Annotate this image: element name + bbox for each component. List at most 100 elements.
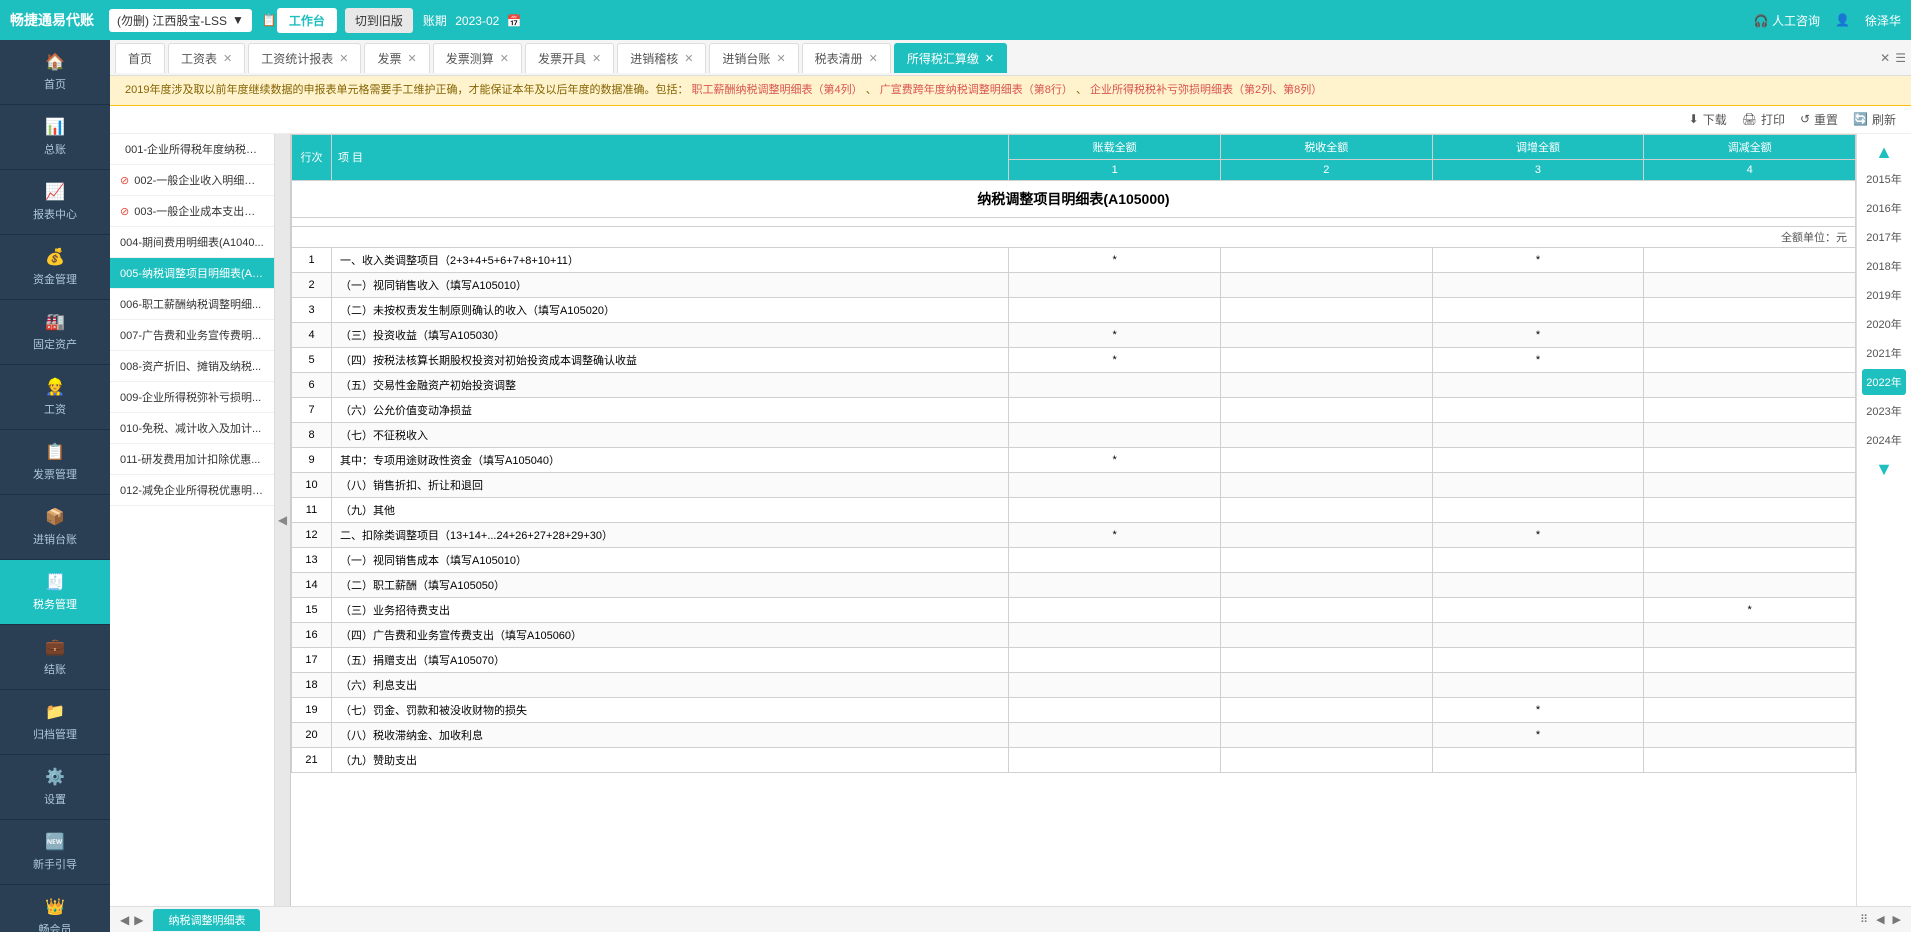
sidebar-item-guide[interactable]: 🆕 新手引导 <box>0 820 110 885</box>
cell-v4[interactable]: * <box>1644 597 1856 622</box>
sidebar-item-member[interactable]: 👑 畅会员 <box>0 885 110 932</box>
cell-v2[interactable] <box>1220 597 1432 622</box>
tab-invoice-calc[interactable]: 发票测算 ✕ <box>433 43 522 73</box>
sidebar-item-purchase[interactable]: 📦 进销台账 <box>0 495 110 560</box>
cell-v2[interactable] <box>1220 547 1432 572</box>
reset-button[interactable]: ↺ 重置 <box>1800 111 1838 128</box>
sidebar-item-tax[interactable]: 🧾 税务管理 <box>0 560 110 625</box>
tab-close-payroll[interactable]: ✕ <box>223 52 232 65</box>
cell-v2[interactable] <box>1220 622 1432 647</box>
workspace-button[interactable]: 工作台 <box>277 8 337 33</box>
cell-v3[interactable]: * <box>1432 722 1644 747</box>
year-2022[interactable]: 2022年 <box>1862 369 1906 395</box>
tab-payroll[interactable]: 工资表 ✕ <box>168 43 245 73</box>
cell-v3[interactable] <box>1432 297 1644 322</box>
cell-v2[interactable] <box>1220 522 1432 547</box>
old-version-button[interactable]: 切到旧版 <box>345 8 413 33</box>
cell-v3[interactable]: * <box>1432 322 1644 347</box>
cell-v4[interactable] <box>1644 722 1856 747</box>
tab-close-purchase-ledger[interactable]: ✕ <box>776 52 785 65</box>
company-select[interactable]: (勿删) 江西股宝-LSS ▼ <box>109 9 252 32</box>
support-link[interactable]: 🎧 人工咨询 <box>1754 12 1820 29</box>
tab-close-income-tax[interactable]: ✕ <box>985 52 994 65</box>
cell-v2[interactable] <box>1220 572 1432 597</box>
cell-v1[interactable]: * <box>1009 522 1221 547</box>
cell-v2[interactable] <box>1220 672 1432 697</box>
panel-toggle[interactable]: ◀ <box>275 134 291 907</box>
cell-v2[interactable] <box>1220 447 1432 472</box>
left-item-1[interactable]: ⊘002-一般企业收入明细表(A1... <box>110 165 274 196</box>
cell-v1[interactable] <box>1009 497 1221 522</box>
tab-close-purchase-check[interactable]: ✕ <box>684 52 693 65</box>
year-2019[interactable]: 2019年 <box>1862 282 1906 308</box>
tab-close-invoice-issue[interactable]: ✕ <box>592 52 601 65</box>
cell-v1[interactable]: * <box>1009 322 1221 347</box>
tab-income-tax[interactable]: 所得税汇算缴 ✕ <box>894 43 1007 73</box>
cell-v3[interactable] <box>1432 622 1644 647</box>
cell-v1[interactable] <box>1009 472 1221 497</box>
year-2023[interactable]: 2023年 <box>1862 398 1906 424</box>
cell-v3[interactable] <box>1432 422 1644 447</box>
year-2017[interactable]: 2017年 <box>1862 224 1906 250</box>
left-item-9[interactable]: 010-免税、减计收入及加计... <box>110 413 274 444</box>
cell-v4[interactable] <box>1644 547 1856 572</box>
cell-v2[interactable] <box>1220 347 1432 372</box>
sidebar-item-archive[interactable]: 📁 归档管理 <box>0 690 110 755</box>
cell-v2[interactable] <box>1220 397 1432 422</box>
tab-close-invoice-calc[interactable]: ✕ <box>500 52 509 65</box>
cell-v3[interactable] <box>1432 647 1644 672</box>
cell-v3[interactable]: * <box>1432 247 1644 272</box>
cell-v2[interactable] <box>1220 297 1432 322</box>
cell-v3[interactable] <box>1432 572 1644 597</box>
cell-v2[interactable] <box>1220 747 1432 772</box>
cell-v3[interactable] <box>1432 272 1644 297</box>
cell-v1[interactable] <box>1009 622 1221 647</box>
cell-v2[interactable] <box>1220 647 1432 672</box>
year-2021[interactable]: 2021年 <box>1862 340 1906 366</box>
tab-purchase-check[interactable]: 进销稽核 ✕ <box>617 43 706 73</box>
tab-purchase-ledger[interactable]: 进销台账 ✕ <box>709 43 798 73</box>
left-item-6[interactable]: 007-广告费和业务宣传费明... <box>110 320 274 351</box>
cell-v2[interactable] <box>1220 697 1432 722</box>
cell-v3[interactable] <box>1432 672 1644 697</box>
cell-v1[interactable] <box>1009 272 1221 297</box>
cell-v4[interactable] <box>1644 422 1856 447</box>
cell-v3[interactable] <box>1432 472 1644 497</box>
sidebar-item-reports[interactable]: 📈 报表中心 <box>0 170 110 235</box>
tab-close-tax-register[interactable]: ✕ <box>869 52 878 65</box>
tab-tax-register[interactable]: 税表清册 ✕ <box>802 43 891 73</box>
left-item-10[interactable]: 011-研发费用加计扣除优惠... <box>110 444 274 475</box>
cell-v1[interactable]: * <box>1009 247 1221 272</box>
cell-v1[interactable] <box>1009 572 1221 597</box>
cell-v1[interactable] <box>1009 747 1221 772</box>
year-2024[interactable]: 2024年 <box>1862 427 1906 453</box>
cell-v2[interactable] <box>1220 372 1432 397</box>
sidebar-item-assets[interactable]: 🏭 固定资产 <box>0 300 110 365</box>
year-down-icon[interactable]: ▼ <box>1872 456 1896 483</box>
sidebar-item-closing[interactable]: 💼 结账 <box>0 625 110 690</box>
sidebar-item-finance[interactable]: 💰 资金管理 <box>0 235 110 300</box>
left-item-2[interactable]: ⊘003-一般企业成本支出明细... <box>110 196 274 227</box>
cell-v4[interactable] <box>1644 372 1856 397</box>
cell-v3[interactable] <box>1432 372 1644 397</box>
cell-v3[interactable]: * <box>1432 347 1644 372</box>
print-button[interactable]: 🖨 打印 <box>1742 111 1785 128</box>
sidebar-item-home[interactable]: 🏠 首页 <box>0 40 110 105</box>
cell-v4[interactable] <box>1644 497 1856 522</box>
cell-v3[interactable] <box>1432 597 1644 622</box>
cell-v4[interactable] <box>1644 622 1856 647</box>
cell-v2[interactable] <box>1220 247 1432 272</box>
year-2020[interactable]: 2020年 <box>1862 311 1906 337</box>
cell-v4[interactable] <box>1644 472 1856 497</box>
tab-close-payroll-stats[interactable]: ✕ <box>339 52 348 65</box>
tab-close-invoice[interactable]: ✕ <box>408 52 417 65</box>
cell-v4[interactable] <box>1644 247 1856 272</box>
cell-v3[interactable] <box>1432 747 1644 772</box>
year-2015[interactable]: 2015年 <box>1862 166 1906 192</box>
sheet-area[interactable]: 行次 项 目 账载全额 税收全额 调增全额 调减全额 1 2 <box>291 134 1856 907</box>
year-up-icon[interactable]: ▲ <box>1872 139 1896 166</box>
cell-v4[interactable] <box>1644 747 1856 772</box>
cell-v4[interactable] <box>1644 447 1856 472</box>
left-item-7[interactable]: 008-资产折旧、摊销及纳税... <box>110 351 274 382</box>
left-item-4[interactable]: 005-纳税调整项目明细表(A1... <box>110 258 274 289</box>
